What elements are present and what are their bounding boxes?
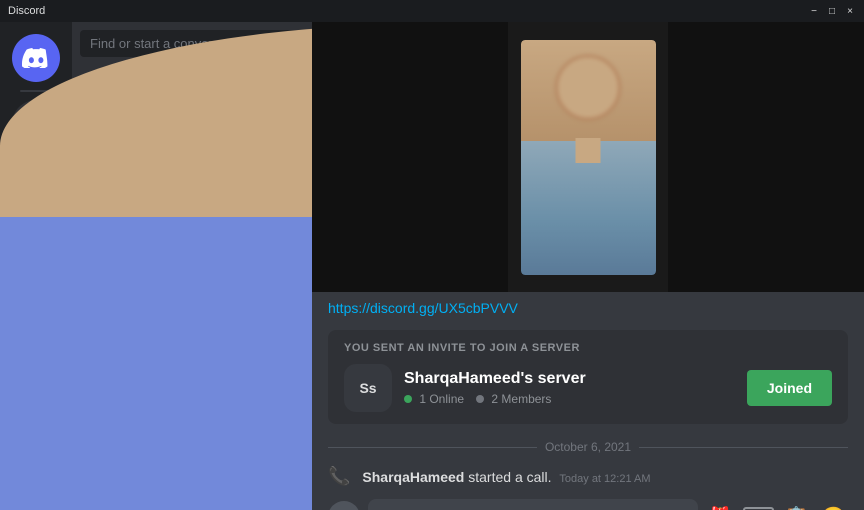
invite-server-info: SharqaHameed's server 1 Online 2 Members (404, 370, 735, 406)
caller-name: SharqaHameed (362, 469, 464, 485)
user-area: 📶 Video Connected @Panda667 📵 ⚙ 📷 Video … (72, 385, 312, 510)
call-action: started a call. (468, 469, 551, 485)
call-time: Today at 12:21 AM (559, 473, 650, 485)
video-area (312, 22, 864, 292)
maximize-button[interactable]: □ (826, 5, 838, 17)
call-text: SharqaHameed started a call. Today at 12… (362, 469, 650, 485)
invite-server-stats: 1 Online 2 Members (404, 392, 735, 406)
app-title: Discord (8, 5, 808, 17)
title-bar: Discord − □ × (0, 0, 864, 22)
gift-button[interactable]: 🎁 (706, 503, 735, 510)
sticker-button[interactable]: 📋 (782, 503, 811, 510)
chat-area: https://discord.gg/UX5cbPVVV YOU SENT AN… (312, 292, 864, 510)
current-user-avatar (88, 466, 119, 498)
message-input[interactable] (368, 499, 698, 510)
message-actions: 🎁 GIF 📋 😀 (706, 503, 848, 510)
online-dot (404, 395, 412, 403)
date-line-right (639, 447, 848, 448)
window-controls: − □ × (808, 5, 856, 17)
add-attachment-button[interactable]: + (328, 501, 360, 510)
main-layout: 🐼 Ss + 🧭 Find or start a conversation 👥 … (0, 22, 864, 510)
call-icon: 📞 (328, 466, 350, 487)
invite-server-icon: Ss (344, 364, 392, 412)
invite-server-name: SharqaHameed's server (404, 370, 735, 388)
video-left-panel (312, 22, 508, 292)
close-button[interactable]: × (844, 5, 856, 17)
channel-sidebar: Find or start a conversation 👥 Friends 🌀… (72, 22, 312, 510)
main-content: https://discord.gg/UX5cbPVVV YOU SENT AN… (312, 22, 864, 510)
online-count: 1 Online (404, 392, 464, 406)
invite-link-container: https://discord.gg/UX5cbPVVV (312, 292, 864, 322)
invite-link[interactable]: https://discord.gg/UX5cbPVVV (328, 300, 518, 316)
members-dot (476, 395, 484, 403)
invite-card-body: Ss SharqaHameed's server 1 Online 2 Memb… (344, 364, 832, 412)
invite-card: YOU SENT AN INVITE TO JOIN A SERVER Ss S… (328, 330, 848, 424)
message-input-area: + 🎁 GIF 📋 😀 (312, 491, 864, 510)
members-count: 2 Members (476, 392, 551, 406)
date-divider: October 6, 2021 (312, 432, 864, 462)
video-center-panel (508, 22, 668, 292)
video-right-panel (668, 22, 864, 292)
invite-card-title: YOU SENT AN INVITE TO JOIN A SERVER (344, 342, 832, 354)
discord-home-button[interactable] (12, 34, 60, 82)
user-info-bar: SharqaHam... #5889 🎤 🎧 ⚙ (80, 462, 304, 502)
minimize-button[interactable]: − (808, 5, 820, 17)
call-message: 📞 SharqaHameed started a call. Today at … (312, 462, 864, 491)
gif-button[interactable]: GIF (743, 507, 775, 510)
emoji-button[interactable]: 😀 (819, 503, 848, 510)
date-text: October 6, 2021 (545, 440, 631, 454)
date-line-left (328, 447, 537, 448)
joined-button[interactable]: Joined (747, 370, 832, 406)
